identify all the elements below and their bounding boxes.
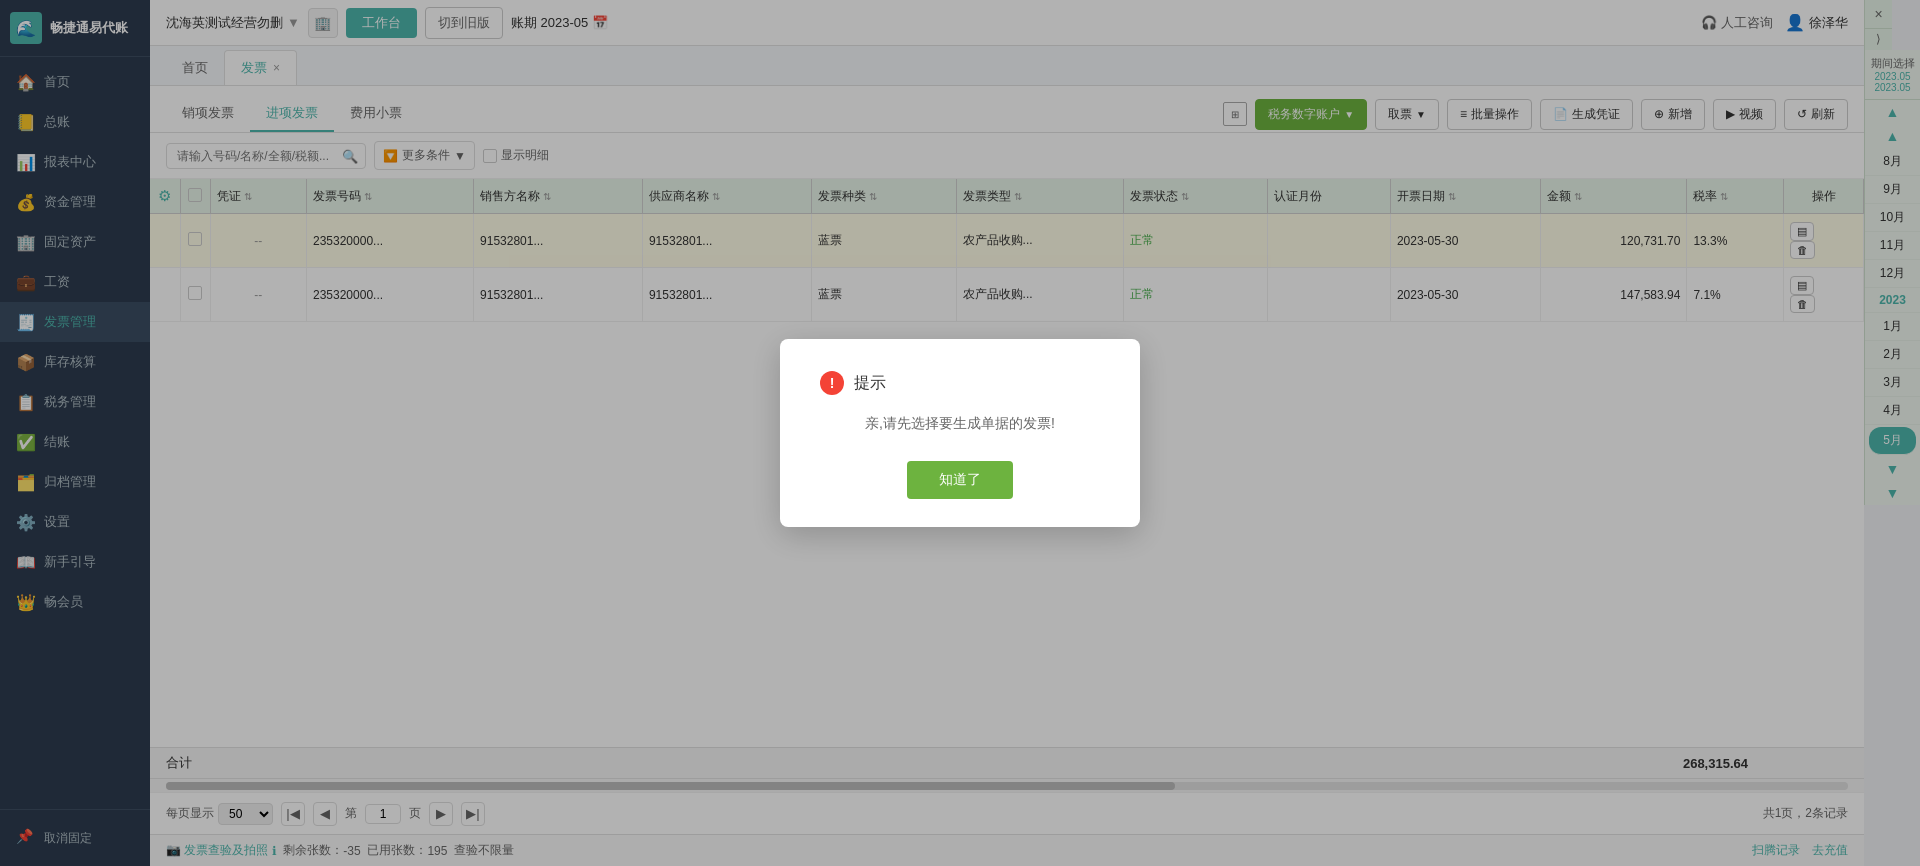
modal-message: 亲,请先选择要生成单据的发票!	[865, 415, 1055, 433]
modal-box: ! 提示 亲,请先选择要生成单据的发票! 知道了	[780, 339, 1140, 527]
modal-confirm-btn[interactable]: 知道了	[907, 461, 1013, 499]
modal-overlay[interactable]: ! 提示 亲,请先选择要生成单据的发票! 知道了	[0, 0, 1920, 866]
modal-title: 提示	[854, 373, 886, 394]
modal-title-row: ! 提示	[820, 371, 886, 395]
warning-icon: !	[820, 371, 844, 395]
